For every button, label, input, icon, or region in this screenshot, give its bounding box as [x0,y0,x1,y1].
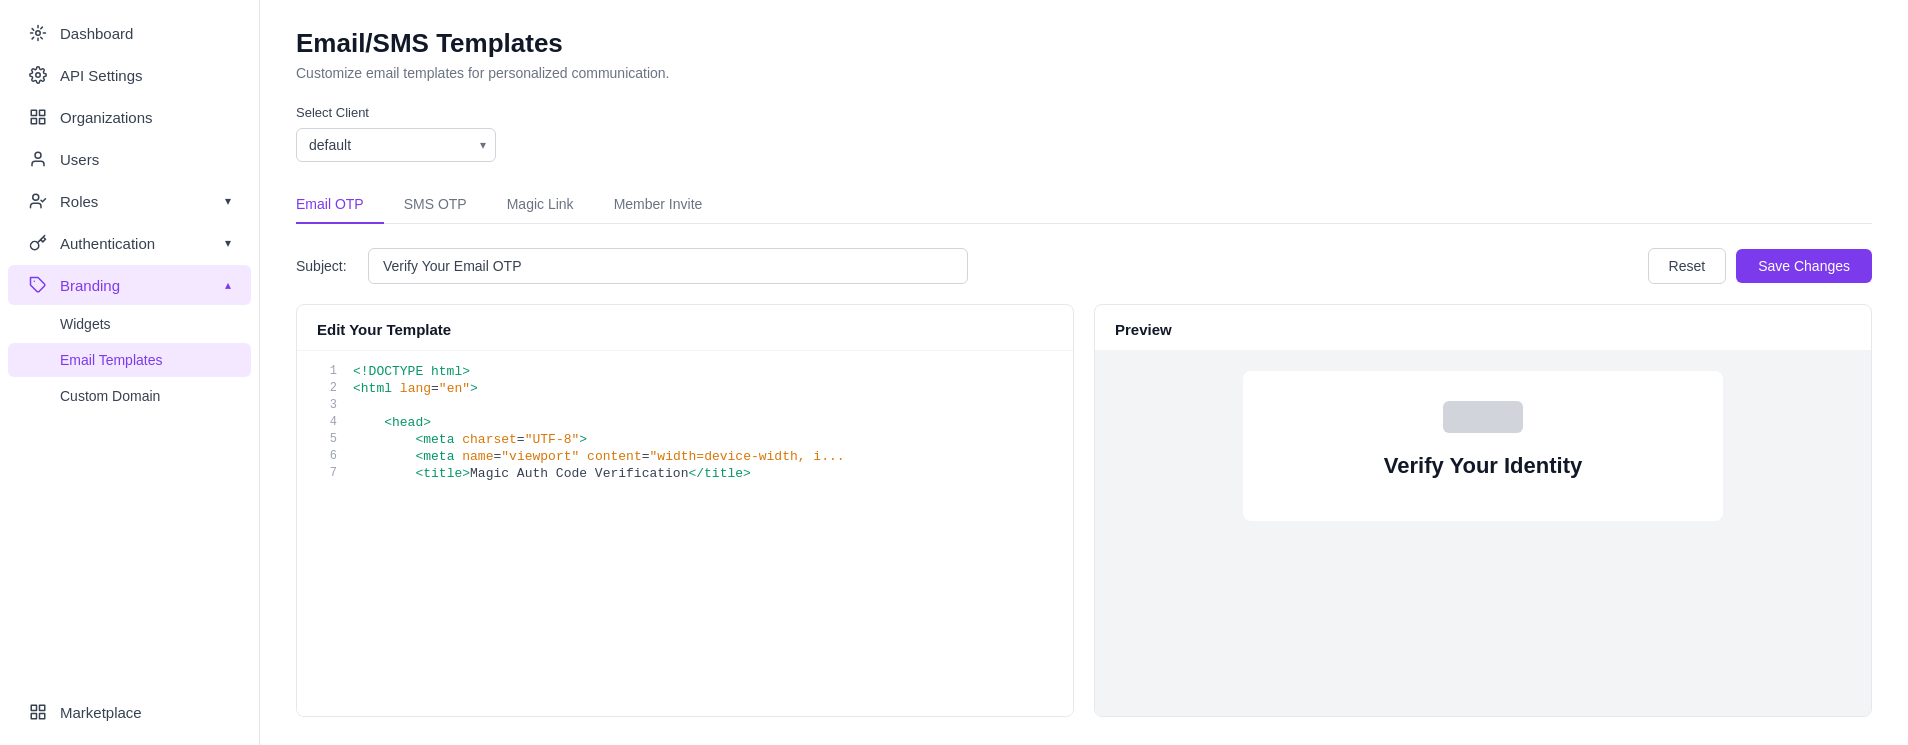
svg-rect-2 [31,110,36,115]
code-line-1: 1 <!DOCTYPE html> [297,363,1073,380]
action-buttons: Reset Save Changes [1648,248,1872,284]
svg-point-1 [36,73,41,78]
preview-content: Verify Your Identity [1095,351,1871,716]
sidebar-item-api-settings[interactable]: API Settings [8,55,251,95]
preview-logo [1443,401,1523,433]
code-line-5: 5 <meta charset="UTF-8"> [297,431,1073,448]
code-line-7: 7 <title>Magic Auth Code Verification</t… [297,465,1073,482]
template-tabs: Email OTP SMS OTP Magic Link Member Invi… [296,186,1872,224]
settings-icon [28,65,48,85]
svg-rect-5 [40,119,45,124]
code-line-6: 6 <meta name="viewport" content="width=d… [297,448,1073,465]
sidebar-item-marketplace-label: Marketplace [60,704,142,721]
select-client-wrapper: default ▾ [296,128,496,162]
key-icon [28,233,48,253]
chevron-down-icon: ▾ [225,194,231,208]
code-line-4: 4 <head> [297,414,1073,431]
sidebar-item-authentication[interactable]: Authentication ▾ [8,223,251,263]
sidebar-item-roles-label: Roles [60,193,98,210]
sidebar-sub-item-email-templates[interactable]: Email Templates [8,343,251,377]
subject-input[interactable] [368,248,968,284]
editor-title: Edit Your Template [297,305,1073,351]
tag-icon [28,275,48,295]
tab-member-invite[interactable]: Member Invite [610,186,723,224]
sidebar-item-users[interactable]: Users [8,139,251,179]
preview-heading: Verify Your Identity [1267,453,1699,479]
svg-rect-11 [31,714,36,719]
reset-button[interactable]: Reset [1648,248,1727,284]
user-check-icon [28,191,48,211]
code-line-3: 3 [297,397,1073,414]
chevron-up-icon: ▴ [225,278,231,292]
sidebar-sub-item-widgets[interactable]: Widgets [8,307,251,341]
sidebar-item-organizations-label: Organizations [60,109,153,126]
subject-row: Subject: Reset Save Changes [296,248,1872,284]
svg-rect-12 [40,714,45,719]
sidebar-item-authentication-label: Authentication [60,235,155,252]
preview-inner: Verify Your Identity [1243,371,1723,521]
svg-point-0 [36,31,41,36]
sidebar-sub-item-widgets-label: Widgets [60,316,111,332]
editor-preview-container: Edit Your Template 1 <!DOCTYPE html> 2 <… [296,304,1872,717]
sidebar: Dashboard API Settings Organizations Use… [0,0,260,745]
sidebar-sub-item-custom-domain[interactable]: Custom Domain [8,379,251,413]
layers-icon [28,107,48,127]
sidebar-item-users-label: Users [60,151,99,168]
svg-point-6 [35,152,41,158]
sidebar-item-dashboard-label: Dashboard [60,25,133,42]
page-title: Email/SMS Templates [296,28,1872,59]
tab-magic-link[interactable]: Magic Link [503,186,594,224]
sidebar-item-roles[interactable]: Roles ▾ [8,181,251,221]
preview-title: Preview [1095,305,1871,351]
sidebar-item-branding-label: Branding [60,277,120,294]
svg-rect-10 [40,705,45,710]
grid-icon [28,23,48,43]
grid2-icon [28,702,48,722]
svg-rect-4 [31,119,36,124]
save-button[interactable]: Save Changes [1736,249,1872,283]
user-icon [28,149,48,169]
sidebar-sub-item-email-templates-label: Email Templates [60,352,162,368]
sidebar-item-api-settings-label: API Settings [60,67,143,84]
select-client[interactable]: default [296,128,496,162]
code-line-2: 2 <html lang="en"> [297,380,1073,397]
sidebar-item-branding[interactable]: Branding ▴ [8,265,251,305]
editor-panel: Edit Your Template 1 <!DOCTYPE html> 2 <… [296,304,1074,717]
main-content: Email/SMS Templates Customize email temp… [260,0,1908,745]
code-editor[interactable]: 1 <!DOCTYPE html> 2 <html lang="en"> 3 4… [297,351,1073,716]
tab-sms-otp[interactable]: SMS OTP [400,186,487,224]
select-client-label: Select Client [296,105,1872,120]
sidebar-item-marketplace[interactable]: Marketplace [8,692,251,732]
page-subtitle: Customize email templates for personaliz… [296,65,1872,81]
preview-panel: Preview Verify Your Identity [1094,304,1872,717]
chevron-down-icon: ▾ [225,236,231,250]
svg-rect-9 [31,705,36,710]
svg-point-7 [33,194,39,200]
sidebar-item-dashboard[interactable]: Dashboard [8,13,251,53]
svg-rect-3 [40,110,45,115]
sidebar-item-organizations[interactable]: Organizations [8,97,251,137]
sidebar-sub-item-custom-domain-label: Custom Domain [60,388,160,404]
tab-email-otp[interactable]: Email OTP [296,186,384,224]
subject-label: Subject: [296,258,356,274]
